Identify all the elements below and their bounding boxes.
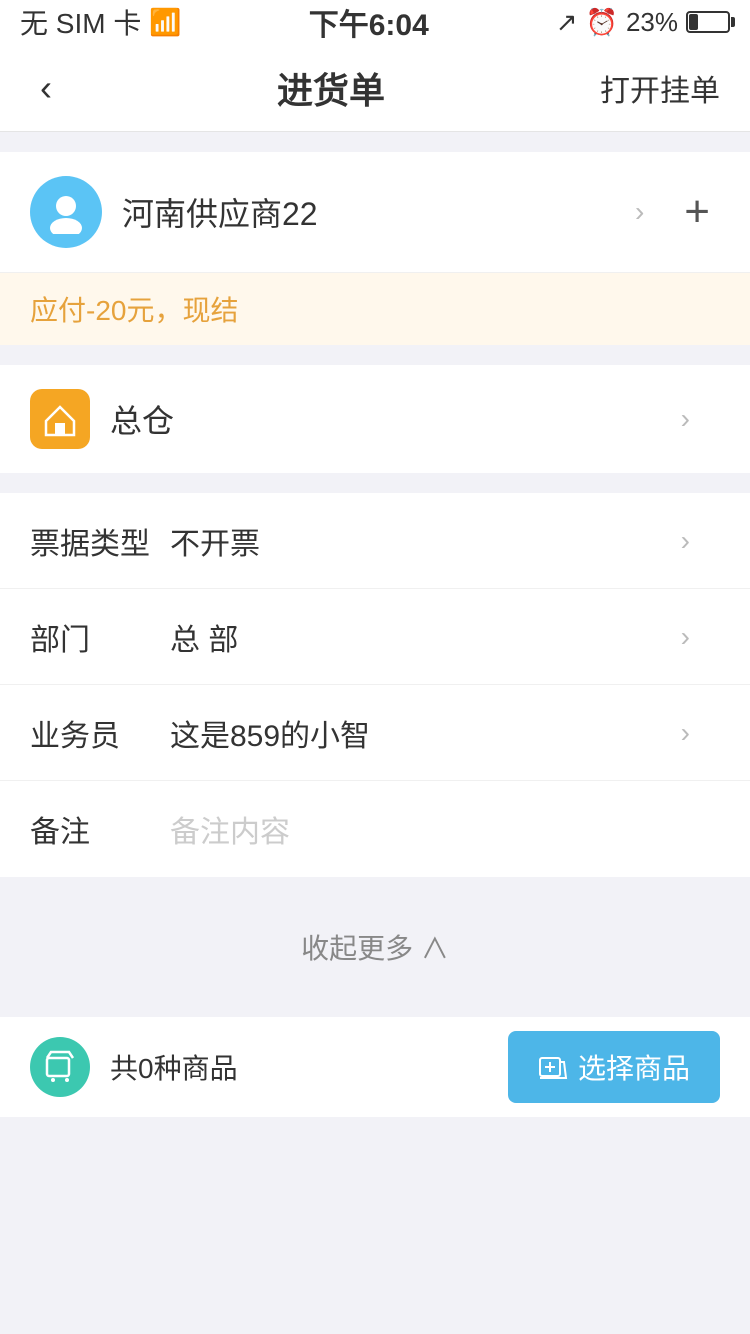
warehouse-chevron-icon: › — [681, 403, 690, 435]
salesperson-label: 业务员 — [30, 711, 170, 755]
status-right: ↗ ⏰ 23% — [556, 7, 730, 38]
bottom-separator — [0, 997, 750, 1017]
remark-row[interactable]: 备注 备注内容 — [0, 781, 750, 877]
warehouse-card[interactable]: 总仓 › — [0, 365, 750, 473]
select-product-label: 选择商品 — [578, 1047, 690, 1087]
warehouse-name: 总仓 — [110, 396, 681, 442]
supplier-card: 河南供应商22 › + 应付-20元，现结 — [0, 152, 750, 345]
back-button[interactable]: ‹ — [30, 57, 62, 119]
main-content: 河南供应商22 › + 应付-20元，现结 总仓 › 票据类型 不开票 › — [0, 132, 750, 1117]
ticket-type-chevron-icon: › — [681, 525, 690, 557]
department-value: 总 部 — [170, 615, 681, 659]
user-icon — [44, 190, 88, 234]
add-supplier-button[interactable]: + — [674, 187, 720, 237]
carrier-text: 无 SIM 卡 — [20, 2, 141, 42]
top-separator — [0, 132, 750, 152]
nav-bar: ‹ 进货单 打开挂单 — [0, 44, 750, 132]
supplier-row[interactable]: 河南供应商22 › + — [0, 152, 750, 273]
supplier-name: 河南供应商22 — [122, 189, 635, 235]
department-chevron-icon: › — [681, 621, 690, 653]
ticket-type-label: 票据类型 — [30, 519, 170, 563]
warehouse-row[interactable]: 总仓 › — [0, 365, 750, 473]
page-title: 进货单 — [277, 62, 385, 114]
status-bar: 无 SIM 卡 📶 下午6:04 ↗ ⏰ 23% — [0, 0, 750, 44]
ticket-type-row[interactable]: 票据类型 不开票 › — [0, 493, 750, 589]
wifi-icon: 📶 — [149, 7, 181, 38]
supplier-chevron-icon: › — [635, 196, 644, 228]
home-icon — [42, 401, 78, 437]
warehouse-icon — [30, 389, 90, 449]
department-label: 部门 — [30, 615, 170, 659]
status-left: 无 SIM 卡 📶 — [20, 2, 182, 42]
salesperson-chevron-icon: › — [681, 717, 690, 749]
remark-placeholder[interactable]: 备注内容 — [170, 807, 720, 851]
cart-icon — [43, 1050, 77, 1084]
form-section: 票据类型 不开票 › 部门 总 部 › 业务员 这是859的小智 › 备注 备注… — [0, 493, 750, 877]
battery-percent: 23% — [626, 7, 678, 38]
department-row[interactable]: 部门 总 部 › — [0, 589, 750, 685]
status-time: 下午6:04 — [309, 0, 429, 44]
supplier-avatar — [30, 176, 102, 248]
bottom-bar: 共0种商品 选择商品 — [0, 1017, 750, 1117]
salesperson-row[interactable]: 业务员 这是859的小智 › — [0, 685, 750, 781]
battery-icon — [686, 11, 730, 33]
alarm-icon: ⏰ — [586, 7, 618, 38]
location-icon: ↗ — [556, 7, 578, 38]
add-product-icon — [538, 1052, 568, 1082]
salesperson-value: 这是859的小智 — [170, 711, 681, 755]
supplier-notice: 应付-20元，现结 — [0, 273, 750, 345]
product-icon — [30, 1037, 90, 1097]
select-product-button[interactable]: 选择商品 — [508, 1031, 720, 1103]
product-count-text: 共0种商品 — [110, 1047, 488, 1087]
collapse-button[interactable]: 收起更多 ∧ — [0, 897, 750, 997]
ticket-type-value: 不开票 — [170, 519, 681, 563]
open-pending-button[interactable]: 打开挂单 — [600, 66, 720, 110]
remark-label: 备注 — [30, 807, 170, 851]
